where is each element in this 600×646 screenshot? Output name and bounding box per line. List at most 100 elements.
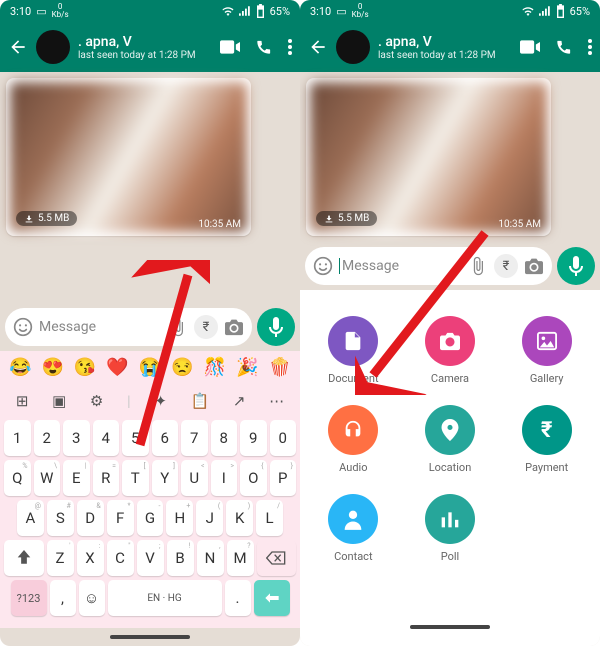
key[interactable]: D& (77, 500, 104, 536)
message-input-pill[interactable]: Message ₹ (305, 247, 552, 285)
clipboard-icon[interactable]: 📋 (191, 392, 210, 410)
camera-icon[interactable] (224, 318, 244, 336)
keyboard[interactable]: 1234567890 Q%W\E|R=T[Y]U<I>O{P} A@S#D&F*… (0, 418, 300, 628)
contact-avatar[interactable] (36, 30, 70, 64)
attach-icon[interactable] (468, 256, 488, 276)
media-message[interactable]: 5.5 MB 10:35 AM (6, 78, 251, 236)
ai-icon[interactable]: ✦ (154, 392, 167, 410)
key[interactable]: K) (226, 500, 253, 536)
back-icon[interactable] (8, 37, 28, 57)
key[interactable]: J( (196, 500, 223, 536)
header-text[interactable]: . apna, V last seen today at 1:28 PM (378, 34, 512, 61)
video-call-icon[interactable] (520, 40, 540, 54)
key[interactable]: L/ (256, 500, 283, 536)
emoji-suggestion[interactable]: 😒 (171, 357, 193, 378)
key[interactable]: U< (181, 460, 208, 496)
grid-icon[interactable]: ⊞ (16, 392, 29, 410)
back-icon[interactable] (308, 37, 328, 57)
key[interactable]: F* (107, 500, 134, 536)
emoji-suggestion[interactable]: 😘 (74, 357, 96, 378)
attach-loc[interactable]: Location (425, 405, 475, 474)
payment-icon[interactable]: ₹ (494, 254, 518, 278)
emoji-suggestion[interactable]: ❤️ (106, 357, 128, 378)
period-key[interactable]: . (225, 580, 251, 616)
message-input[interactable]: Message (339, 258, 462, 274)
key[interactable]: 1 (4, 420, 31, 456)
key[interactable]: G- (137, 500, 164, 536)
key[interactable]: H+ (166, 500, 193, 536)
key[interactable]: N, (197, 540, 224, 576)
mic-button[interactable] (257, 308, 295, 346)
key[interactable]: R= (93, 460, 120, 496)
key[interactable]: M? (227, 540, 254, 576)
header-text[interactable]: . apna, V last seen today at 1:28 PM (78, 34, 212, 61)
message-input-pill[interactable]: Message ₹ (5, 308, 252, 346)
emoji-picker-icon[interactable] (13, 317, 33, 337)
stickers-icon[interactable]: ▣ (52, 392, 66, 410)
key[interactable]: 6 (152, 420, 179, 456)
attach-poll[interactable]: Poll (425, 494, 475, 563)
media-message[interactable]: 5.5 MB 10:35 AM (306, 78, 551, 236)
key[interactable]: X: (77, 540, 104, 576)
message-input[interactable]: Message (39, 319, 162, 335)
enter-key[interactable] (254, 580, 290, 616)
attach-cam[interactable]: Camera (425, 316, 475, 385)
mic-button[interactable] (557, 247, 595, 285)
share-icon[interactable]: ↗ (233, 392, 246, 410)
key[interactable]: T[ (122, 460, 149, 496)
payment-icon[interactable]: ₹ (194, 315, 218, 339)
emoji-suggestion[interactable]: 😂 (9, 357, 31, 378)
more-icon[interactable]: ⋯ (269, 392, 284, 410)
attach-doc[interactable]: Document (328, 316, 378, 385)
emoji-picker-icon[interactable] (313, 256, 333, 276)
chat-area[interactable]: 5.5 MB 10:35 AM (0, 72, 300, 303)
key[interactable]: P} (270, 460, 297, 496)
key[interactable]: O{ (240, 460, 267, 496)
key[interactable]: W\ (34, 460, 61, 496)
menu-icon[interactable] (588, 39, 592, 55)
chat-area[interactable]: 5.5 MB 10:35 AM (300, 72, 600, 242)
settings-icon[interactable]: ⚙ (90, 392, 103, 410)
emoji-suggestion[interactable]: 🎉 (236, 357, 258, 378)
attach-pay[interactable]: ₹Payment (522, 405, 572, 474)
key[interactable]: 8 (211, 420, 238, 456)
key[interactable]: Z' (47, 540, 74, 576)
attach-aud[interactable]: Audio (328, 405, 378, 474)
contact-avatar[interactable] (336, 30, 370, 64)
key[interactable]: S# (47, 500, 74, 536)
emoji-suggestion[interactable]: 🎊 (204, 357, 226, 378)
key[interactable]: 3 (63, 420, 90, 456)
attach-con[interactable]: Contact (328, 494, 378, 563)
key[interactable]: 2 (34, 420, 61, 456)
key[interactable]: 9 (240, 420, 267, 456)
key[interactable]: 5 (122, 420, 149, 456)
emoji-key[interactable]: ☺ (79, 580, 105, 616)
comma-key[interactable]: , (50, 580, 76, 616)
key[interactable]: C" (107, 540, 134, 576)
menu-icon[interactable] (288, 39, 292, 55)
voice-call-icon[interactable] (556, 39, 572, 55)
key[interactable]: I> (211, 460, 238, 496)
voice-call-icon[interactable] (256, 39, 272, 55)
video-call-icon[interactable] (220, 40, 240, 54)
shift-key[interactable] (4, 540, 44, 576)
space-key[interactable]: EN · HG (108, 580, 222, 616)
camera-icon[interactable] (524, 257, 544, 275)
key[interactable]: B! (167, 540, 194, 576)
key[interactable]: E| (63, 460, 90, 496)
emoji-suggestion[interactable]: 😍 (41, 357, 63, 378)
key[interactable]: 7 (181, 420, 208, 456)
key[interactable]: A@ (17, 500, 44, 536)
key[interactable]: 4 (93, 420, 120, 456)
emoji-suggestion[interactable]: 😭 (139, 357, 161, 378)
download-badge[interactable]: 5.5 MB (16, 211, 77, 226)
attach-icon[interactable] (168, 317, 188, 337)
key[interactable]: 0 (270, 420, 297, 456)
key[interactable]: Q% (4, 460, 31, 496)
key[interactable]: V; (137, 540, 164, 576)
symbols-key[interactable]: ?123 (11, 580, 47, 616)
key[interactable]: Y] (152, 460, 179, 496)
backspace-key[interactable] (257, 540, 297, 576)
emoji-suggestion[interactable]: 🍿 (269, 357, 291, 378)
attach-gal[interactable]: Gallery (522, 316, 572, 385)
